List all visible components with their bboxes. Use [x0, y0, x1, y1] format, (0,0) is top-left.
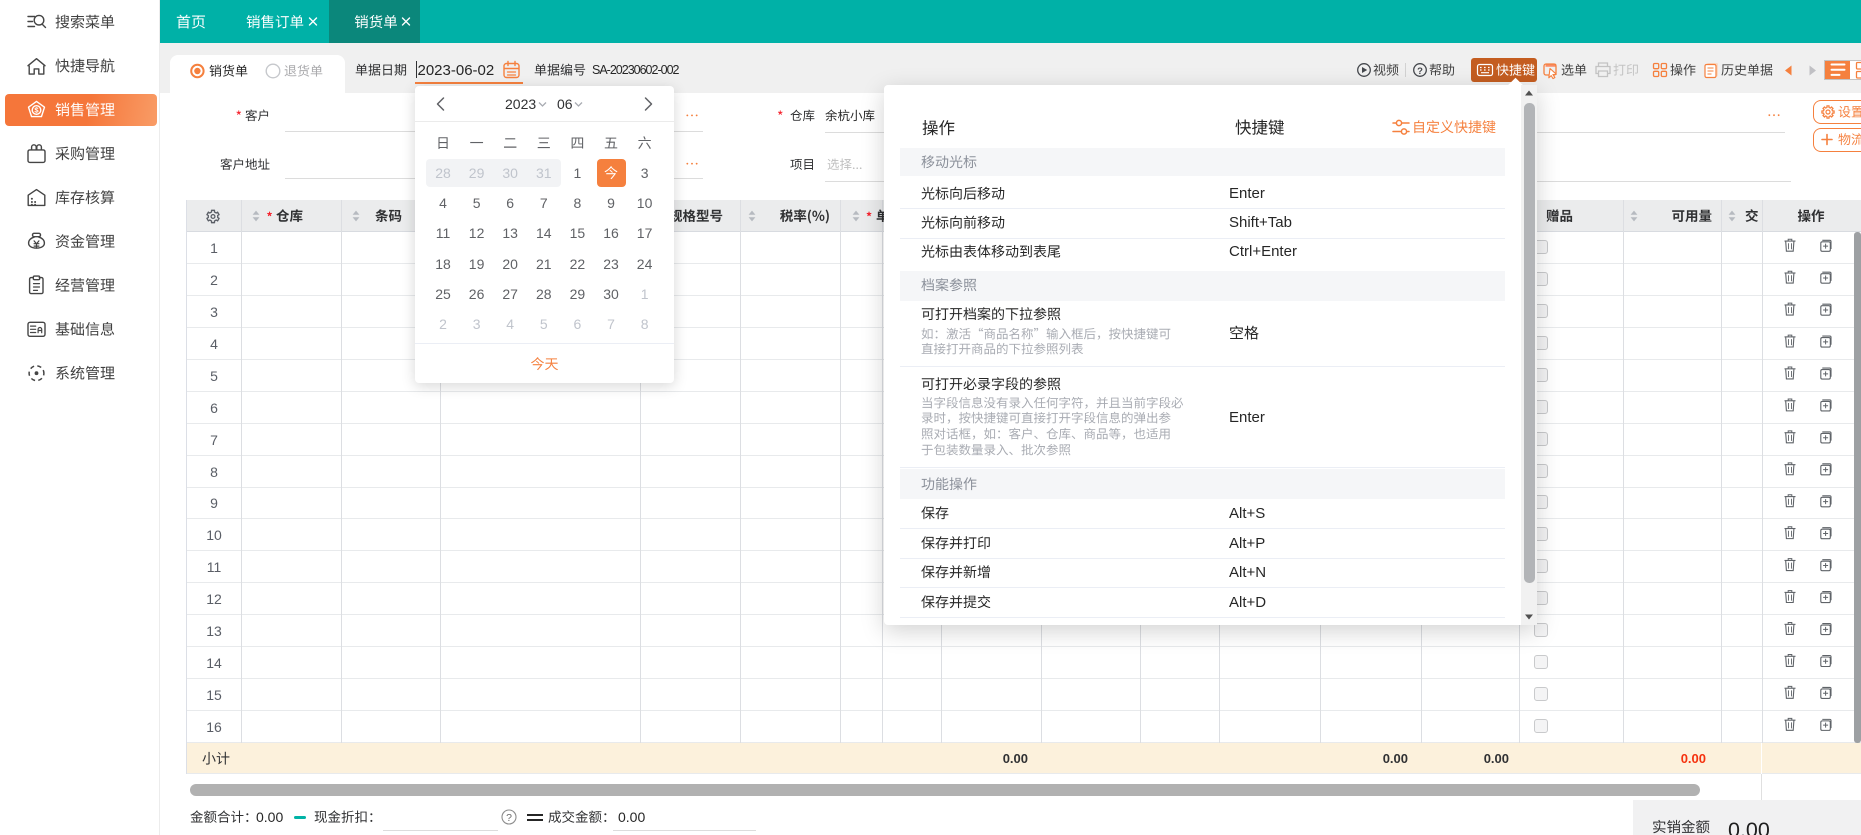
svg-text:?: ? — [506, 812, 512, 824]
